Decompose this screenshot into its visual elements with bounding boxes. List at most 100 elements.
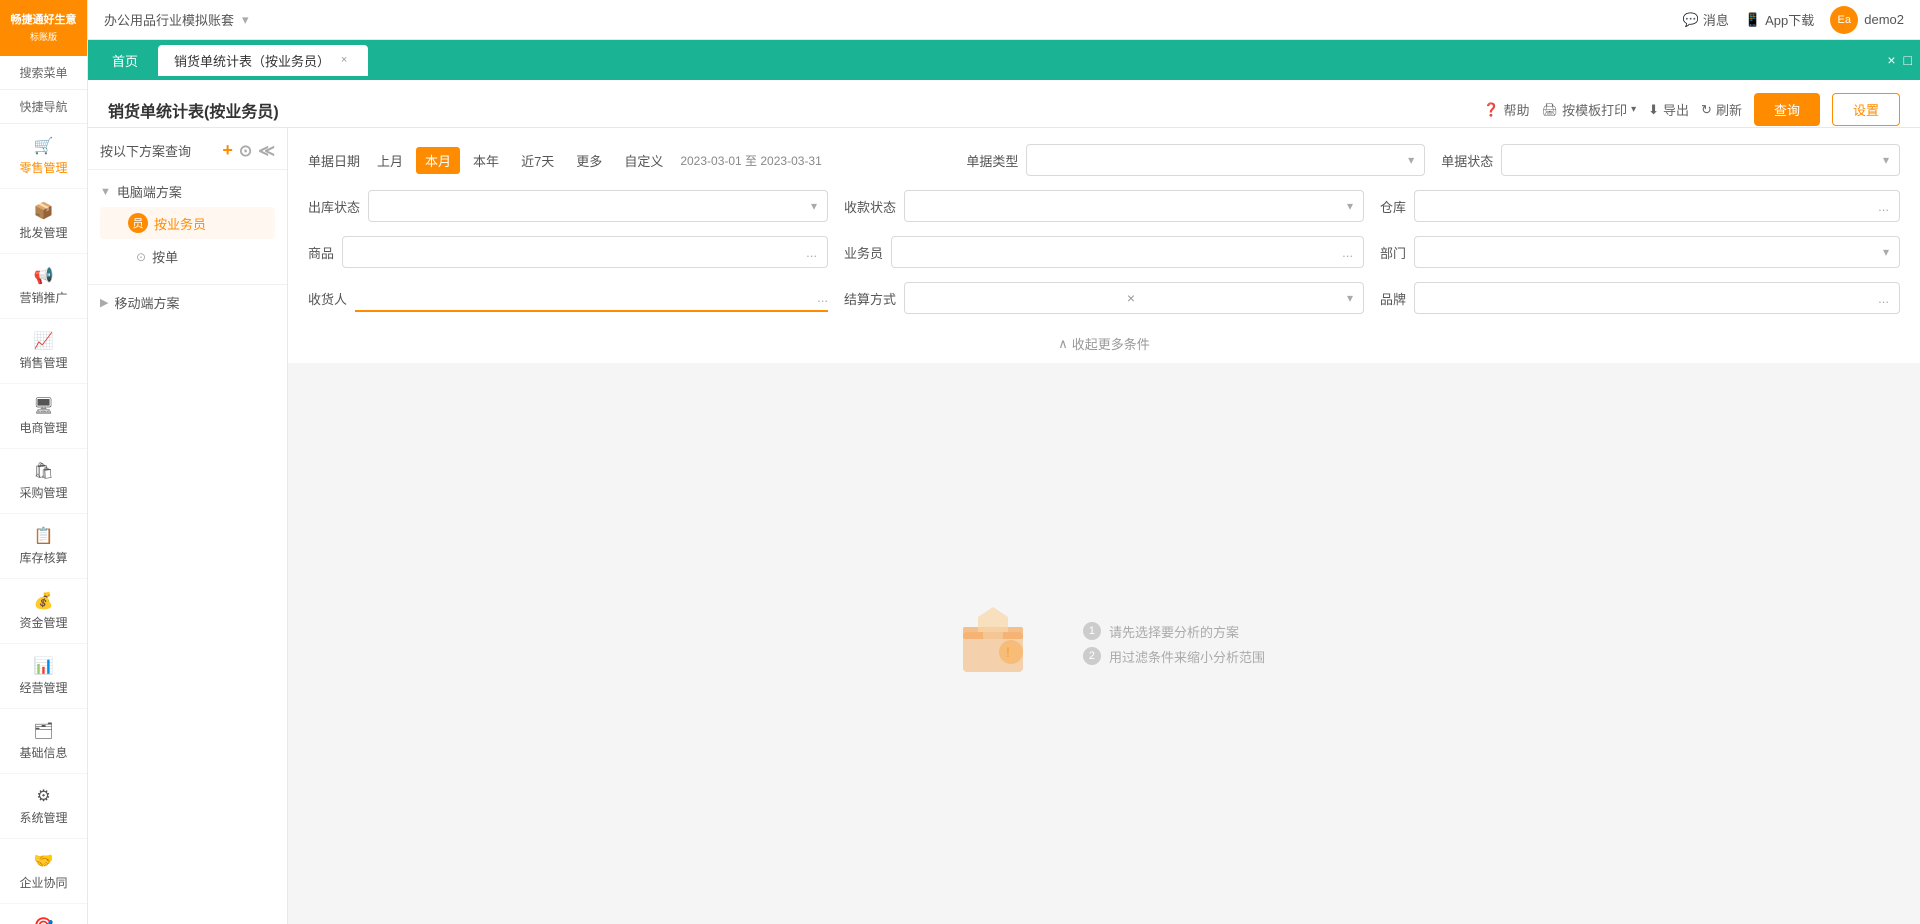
page-header-actions: ❓ 帮助 🖨 按模板打印 ▾ ⬇ 导出 ↻ 刷新 查询 设置 xyxy=(1483,93,1900,126)
tip2-num: 2 xyxy=(1083,647,1101,665)
print-button[interactable]: 🖨 按模板打印 ▾ xyxy=(1542,100,1637,119)
date-range-text: 2023-03-01 至 2023-03-31 xyxy=(680,152,821,169)
sidebar-item-sales[interactable]: 📈 销售管理 xyxy=(0,319,87,384)
doc-type-select[interactable]: ▾ xyxy=(1026,144,1425,176)
dept-select[interactable]: ▾ xyxy=(1414,236,1900,268)
goods-more-icon[interactable]: ... xyxy=(806,245,817,260)
date-btn-this-month[interactable]: 本月 xyxy=(416,147,460,174)
sidebar-item-purchase[interactable]: 🛍 采购管理 xyxy=(0,449,87,514)
warehouse-more-icon[interactable]: ... xyxy=(1878,199,1889,214)
app-download-button[interactable]: 📱 App下载 xyxy=(1745,10,1814,29)
dept-label: 部门 xyxy=(1380,243,1406,262)
consignee-more-icon[interactable]: ... xyxy=(817,290,828,305)
out-status-group: 出库状态 ▾ xyxy=(308,190,828,222)
brand-label: 品牌 xyxy=(1380,289,1406,308)
empty-state-icon: ! xyxy=(943,592,1043,695)
help-button[interactable]: ❓ 帮助 xyxy=(1483,100,1529,119)
breadcrumb-dropdown-icon[interactable]: ▾ xyxy=(242,12,249,28)
collapse-chevron-icon: ∧ xyxy=(1058,336,1068,352)
consignee-input[interactable] xyxy=(355,290,817,305)
payment-select[interactable]: × ▾ xyxy=(904,282,1364,314)
sidebar-search-item[interactable]: 搜索菜单 xyxy=(0,56,87,90)
add-scheme-button[interactable]: + xyxy=(222,140,233,161)
expand-window-icon[interactable]: □ xyxy=(1904,52,1912,68)
collapse-button[interactable]: ∧ 收起更多条件 xyxy=(1052,328,1156,359)
app-icon: 📱 xyxy=(1745,12,1761,28)
date-btn-this-year[interactable]: 本年 xyxy=(464,147,508,174)
scheme-item-by-salesman[interactable]: 员 按业务员 xyxy=(100,207,275,239)
scheme-item-by-order[interactable]: ⊙ 按单 xyxy=(100,241,275,272)
tip2-text: 用过滤条件来缩小分析范围 xyxy=(1109,647,1265,666)
sidebar-item-newbie[interactable]: 🎯 新手引导 xyxy=(0,904,87,924)
date-btn-more[interactable]: 更多 xyxy=(567,147,611,174)
ecommerce-icon: 🖥 xyxy=(33,396,53,416)
sidebar-item-operations[interactable]: 📊 经营管理 xyxy=(0,644,87,709)
sidebar-item-marketing[interactable]: 📢 营销推广 xyxy=(0,254,87,319)
sidebar-item-enterprise[interactable]: 🤝 企业协同 xyxy=(0,839,87,904)
desktop-scheme-label: 电脑端方案 xyxy=(117,182,182,201)
date-btn-last-month[interactable]: 上月 xyxy=(368,147,412,174)
message-button[interactable]: 💬 消息 xyxy=(1683,10,1729,29)
salesman-select[interactable]: ... xyxy=(891,236,1364,268)
sidebar-quick-nav[interactable]: 快捷导航 xyxy=(0,90,87,124)
sidebar-menu: 🛒 零售管理 📦 批发管理 📢 营销推广 📈 销售管理 🖥 电商管理 🛍 采购管… xyxy=(0,124,87,924)
sidebar-item-system[interactable]: ⚙ 系统管理 xyxy=(0,774,87,839)
export-button[interactable]: ⬇ 导出 xyxy=(1648,100,1689,119)
consignee-input-wrapper: ... xyxy=(355,285,828,312)
salesman-label: 业务员 xyxy=(844,243,883,262)
date-btn-7days[interactable]: 近7天 xyxy=(512,147,563,174)
svg-text:!: ! xyxy=(1006,644,1010,660)
user-profile-button[interactable]: Ea demo2 xyxy=(1830,6,1904,34)
tab-bar: 首页 销货单统计表（按业务员） × × □ xyxy=(88,40,1920,80)
salesman-scheme-label: 按业务员 xyxy=(154,214,206,233)
message-label: 消息 xyxy=(1703,10,1729,29)
sidebar-item-system-label: 系统管理 xyxy=(19,809,67,826)
sidebar-item-wholesale[interactable]: 📦 批发管理 xyxy=(0,189,87,254)
receipt-status-select[interactable]: ▾ xyxy=(904,190,1364,222)
setting-button[interactable]: 设置 xyxy=(1832,93,1900,126)
date-btn-custom[interactable]: 自定义 xyxy=(615,147,672,174)
message-icon: 💬 xyxy=(1683,12,1699,28)
newbie-icon: 🎯 xyxy=(34,916,54,924)
salesman-more-icon[interactable]: ... xyxy=(1342,245,1353,260)
close-window-icon[interactable]: × xyxy=(1887,52,1895,68)
tab-home[interactable]: 首页 xyxy=(96,45,154,76)
mobile-scheme-group[interactable]: ▶ 移动端方案 xyxy=(88,289,287,316)
payment-clear-icon[interactable]: × xyxy=(1127,290,1135,306)
collapse-row: ∧ 收起更多条件 xyxy=(308,324,1900,363)
filter-section: 单据日期 上月 本月 本年 近7天 更多 自定义 2023-03-01 至 20… xyxy=(288,128,1920,363)
salesman-group: 业务员 ... xyxy=(844,236,1364,268)
tab-close-icon[interactable]: × xyxy=(336,52,352,68)
desktop-scheme-title[interactable]: ▼ 电脑端方案 xyxy=(100,178,275,205)
goods-select[interactable]: ... xyxy=(342,236,828,268)
edit-scheme-button[interactable]: ⊙ xyxy=(239,141,252,161)
sidebar-item-operations-label: 经营管理 xyxy=(19,679,67,696)
doc-status-select[interactable]: ▾ xyxy=(1501,144,1900,176)
sidebar-item-basic[interactable]: 🗂 基础信息 xyxy=(0,709,87,774)
empty-state-area: ! 1 请先选择要分析的方案 2 用过滤条件来缩小分析范围 xyxy=(288,363,1920,924)
sidebar-item-marketing-label: 营销推广 xyxy=(19,289,67,306)
brand-more-icon[interactable]: ... xyxy=(1878,291,1889,306)
query-button[interactable]: 查询 xyxy=(1754,93,1820,126)
doc-type-group: 单据类型 ▾ xyxy=(966,144,1425,176)
sidebar-item-finance[interactable]: 💰 资金管理 xyxy=(0,579,87,644)
sidebar-item-inventory[interactable]: 📋 库存核算 xyxy=(0,514,87,579)
doc-type-arrow: ▾ xyxy=(1408,153,1414,167)
refresh-button[interactable]: ↻ 刷新 xyxy=(1701,100,1742,119)
out-status-select[interactable]: ▾ xyxy=(368,190,828,222)
payment-label: 结算方式 xyxy=(844,289,896,308)
sidebar-item-retail[interactable]: 🛒 零售管理 xyxy=(0,124,87,189)
consignee-group: 收货人 ... xyxy=(308,285,828,312)
brand-group: 品牌 ... xyxy=(1380,282,1900,314)
brand-select[interactable]: ... xyxy=(1414,282,1900,314)
dept-arrow: ▾ xyxy=(1883,245,1889,259)
enterprise-icon: 🤝 xyxy=(34,851,54,871)
print-dropdown-icon: ▾ xyxy=(1631,104,1636,115)
sidebar-search-label: 搜索菜单 xyxy=(19,64,67,81)
sidebar-item-ecommerce[interactable]: 🖥 电商管理 xyxy=(0,384,87,449)
warehouse-select[interactable]: ... xyxy=(1414,190,1900,222)
collapse-panel-button[interactable]: ≪ xyxy=(258,141,275,161)
top-header-left: 办公用品行业模拟账套 ▾ xyxy=(104,10,249,29)
tab-sales-stats[interactable]: 销货单统计表（按业务员） × xyxy=(158,45,368,76)
breadcrumb-text: 办公用品行业模拟账套 xyxy=(104,10,234,29)
